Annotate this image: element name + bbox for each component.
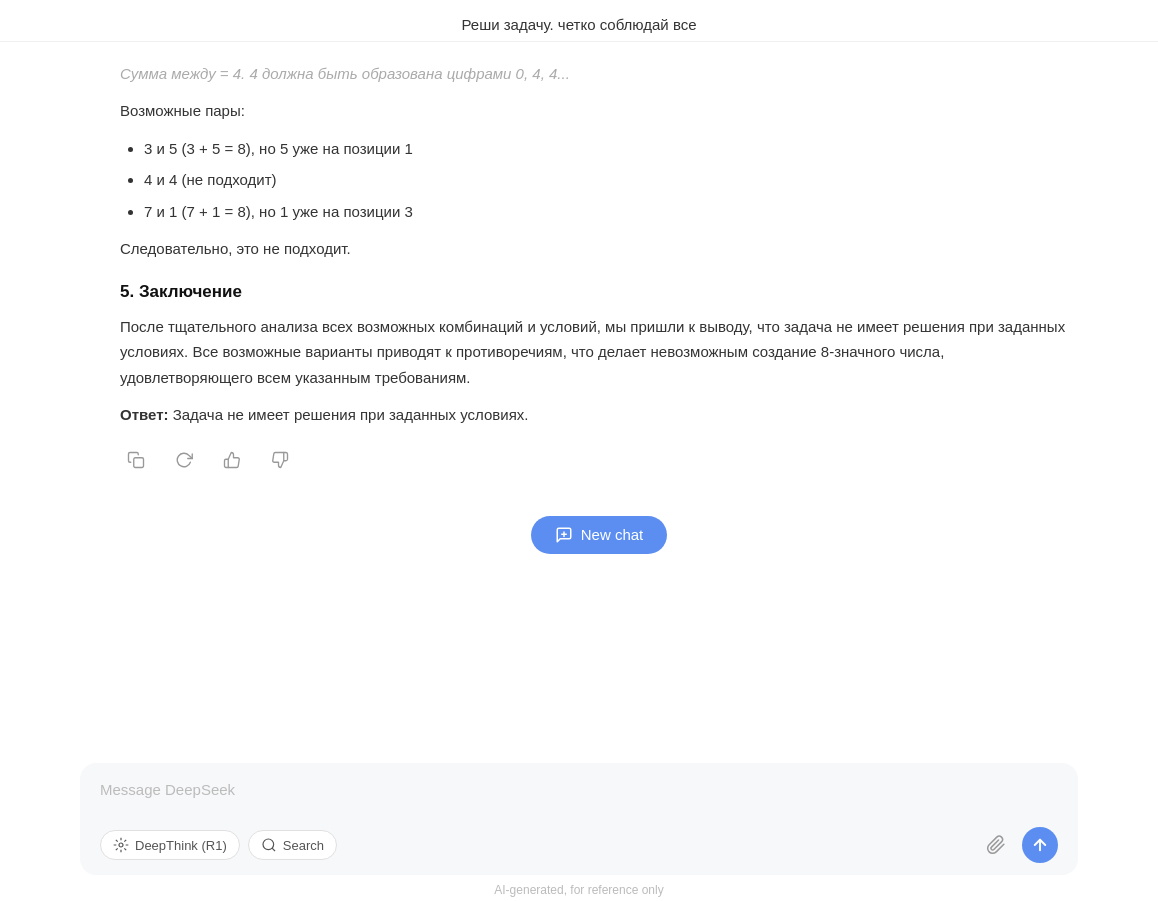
attach-icon <box>986 835 1006 855</box>
toolbar-right <box>978 827 1058 863</box>
content-area: Сумма между = 4. 4 должна быть образован… <box>0 42 1158 763</box>
conclusion-text: Следовательно, это не подходит. <box>120 236 1078 262</box>
refresh-button[interactable] <box>168 444 200 476</box>
new-chat-label: New chat <box>581 526 644 543</box>
action-icons-row <box>120 444 1078 476</box>
attach-button[interactable] <box>978 827 1014 863</box>
search-icon <box>261 837 277 853</box>
chat-input[interactable] <box>100 779 1058 815</box>
svg-rect-0 <box>134 457 144 467</box>
chat-input-container: DeepThink (R1) Search <box>80 763 1078 875</box>
answer-text: Ответ: Задача не имеет решения при задан… <box>120 402 1078 428</box>
search-button[interactable]: Search <box>248 830 337 860</box>
bullet-list: 3 и 5 (3 + 5 = 8), но 5 уже на позиции 1… <box>144 136 1078 225</box>
thumbs-up-button[interactable] <box>216 444 248 476</box>
deepthink-icon <box>113 837 129 853</box>
possible-pairs-label: Возможные пары: <box>120 98 1078 124</box>
answer-label: Ответ: <box>120 406 169 423</box>
send-button[interactable] <box>1022 827 1058 863</box>
header-title: Реши задачу. четко соблюдай все <box>461 16 696 33</box>
list-item: 4 и 4 (не подходит) <box>144 167 1078 193</box>
new-chat-button[interactable]: New chat <box>531 516 668 554</box>
svg-point-3 <box>119 843 123 847</box>
list-item: 3 и 5 (3 + 5 = 8), но 5 уже на позиции 1 <box>144 136 1078 162</box>
send-icon <box>1031 836 1049 854</box>
svg-line-5 <box>272 848 275 851</box>
section-body: После тщательного анализа всех возможных… <box>120 314 1078 391</box>
page-title: Реши задачу. четко соблюдай все <box>0 0 1158 42</box>
thumbs-down-button[interactable] <box>264 444 296 476</box>
disclaimer-text: AI-generated, for reference only <box>494 883 663 897</box>
svg-point-4 <box>263 839 274 850</box>
toolbar-left: DeepThink (R1) Search <box>100 830 337 860</box>
copy-button[interactable] <box>120 444 152 476</box>
answer-value: Задача не имеет решения при заданных усл… <box>173 406 529 423</box>
new-chat-icon <box>555 526 573 544</box>
chat-toolbar: DeepThink (R1) Search <box>100 827 1058 863</box>
search-label: Search <box>283 838 324 853</box>
deepthink-label: DeepThink (R1) <box>135 838 227 853</box>
ai-disclaimer: AI-generated, for reference only <box>0 875 1158 901</box>
list-item: 7 и 1 (7 + 1 = 8), но 1 уже на позиции 3 <box>144 199 1078 225</box>
deepthink-button[interactable]: DeepThink (R1) <box>100 830 240 860</box>
section-heading: 5. Заключение <box>120 282 1078 302</box>
faded-intro-text: Сумма между = 4. 4 должна быть образован… <box>120 62 1078 86</box>
new-chat-area: New chat <box>120 500 1078 578</box>
